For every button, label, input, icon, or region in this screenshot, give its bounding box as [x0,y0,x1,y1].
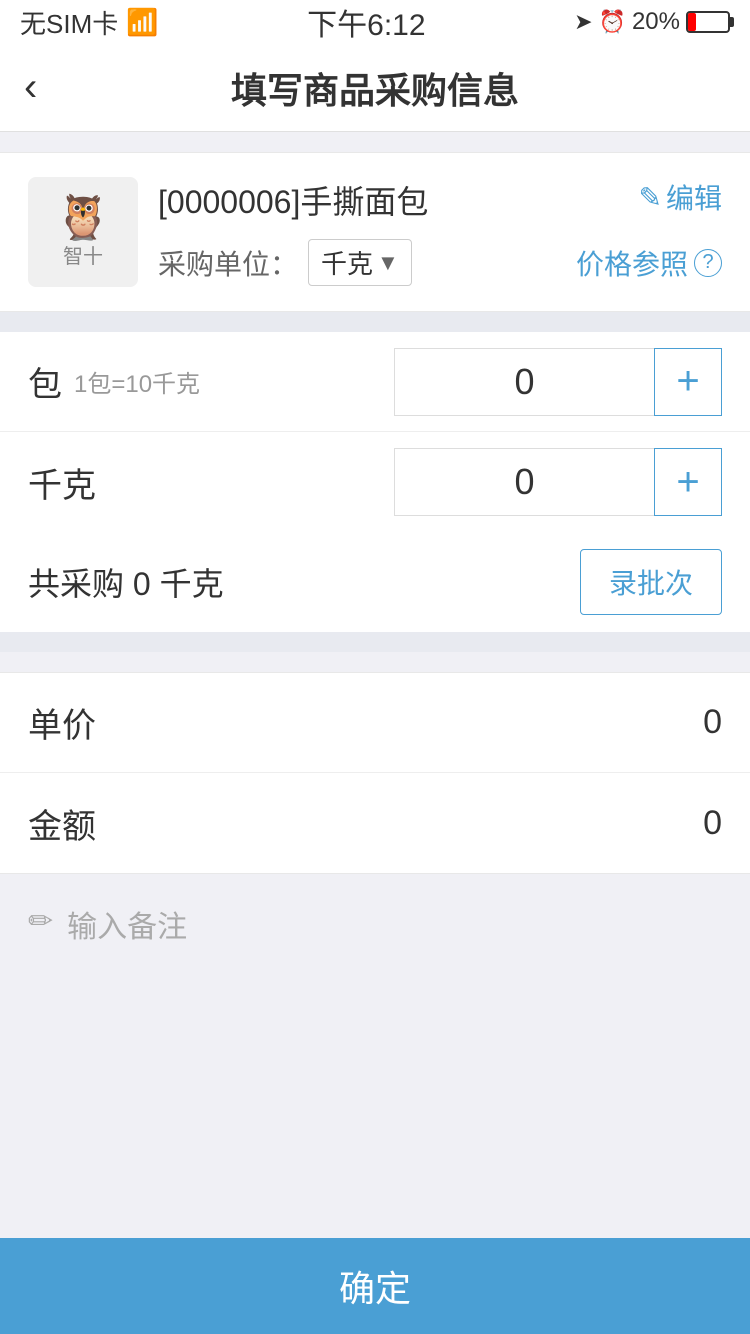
price-ref-button[interactable]: 价格参照 ? [576,243,722,283]
nav-bar: ‹ 填写商品采购信息 [0,44,750,132]
unit-price-row: 单价 0 [0,673,750,773]
edit-icon: ✎ [639,181,662,214]
section-divider-1 [0,312,750,332]
price-ref-label: 价格参照 [576,243,688,283]
pencil-icon: ✏ [28,904,53,939]
bag-plus-button[interactable]: + [654,348,722,416]
section-divider-2 [0,632,750,652]
wifi-icon: 📶 [126,7,158,38]
info-icon: ? [694,249,722,277]
kg-plus-button[interactable]: + [654,448,722,516]
back-button[interactable]: ‹ [24,65,37,110]
input-section: 包 1包=10千克 + 千克 + [0,332,750,532]
batch-button[interactable]: 录批次 [580,549,722,615]
unit-row: 采购单位： 千克 ▼ [158,239,412,286]
product-thumbnail: 🦉 智十 [28,177,138,287]
bag-input-row: 包 1包=10千克 + [0,332,750,432]
edit-label: 编辑 [666,177,722,217]
alarm-icon: ⏰ [599,9,626,35]
status-bar: 无SIM卡 📶 下午6:12 ➤ ⏰ 20% [0,0,750,44]
sim-label: 无SIM卡 [20,4,118,41]
unit-value: 千克 [321,244,373,281]
status-right: ➤ ⏰ 20% [574,8,730,36]
total-row: 共采购 0 千克 录批次 [0,532,750,632]
edit-button[interactable]: ✎ 编辑 [639,177,722,217]
status-signal: 无SIM卡 📶 [20,4,159,41]
notes-section[interactable]: ✏ 输入备注 [0,874,750,1034]
total-label: 共采购 0 千克 [28,559,224,605]
unit-label: 采购单位： [158,243,298,283]
product-meta: 采购单位： 千克 ▼ 价格参照 ? [158,239,722,286]
location-icon: ➤ [574,9,592,35]
page-title: 填写商品采购信息 [231,62,519,114]
bag-quantity-input[interactable] [394,348,654,416]
product-card: 🦉 智十 [0000006]手撕面包 采购单位： 千克 ▼ 价格参照 ? ✎ 编… [0,152,750,312]
kg-input-right: + [394,448,722,516]
bag-sub: 1包=10千克 [74,364,200,399]
product-info: [0000006]手撕面包 采购单位： 千克 ▼ 价格参照 ? [158,177,722,286]
price-section: 单价 0 金额 0 [0,672,750,874]
bag-label: 包 1包=10千克 [28,357,200,406]
unit-price-value: 0 [703,703,722,742]
chevron-down-icon: ▼ [377,250,399,276]
kg-label: 千克 [28,458,96,507]
battery-percent: 20% [632,8,680,36]
bag-input-right: + [394,348,722,416]
kg-input-row: 千克 + [0,432,750,532]
amount-label: 金额 [28,799,96,848]
confirm-button[interactable]: 确定 [0,1238,750,1334]
unit-select[interactable]: 千克 ▼ [308,239,412,286]
notes-placeholder: 输入备注 [67,902,187,946]
amount-row: 金额 0 [0,773,750,873]
battery-icon [686,11,730,33]
unit-price-label: 单价 [28,698,96,747]
product-logo-text: 智十 [63,240,103,269]
status-time: 下午6:12 [307,0,425,44]
amount-value: 0 [703,804,722,843]
product-name: [0000006]手撕面包 [158,177,722,223]
product-logo: 🦉 [56,196,111,240]
kg-quantity-input[interactable] [394,448,654,516]
